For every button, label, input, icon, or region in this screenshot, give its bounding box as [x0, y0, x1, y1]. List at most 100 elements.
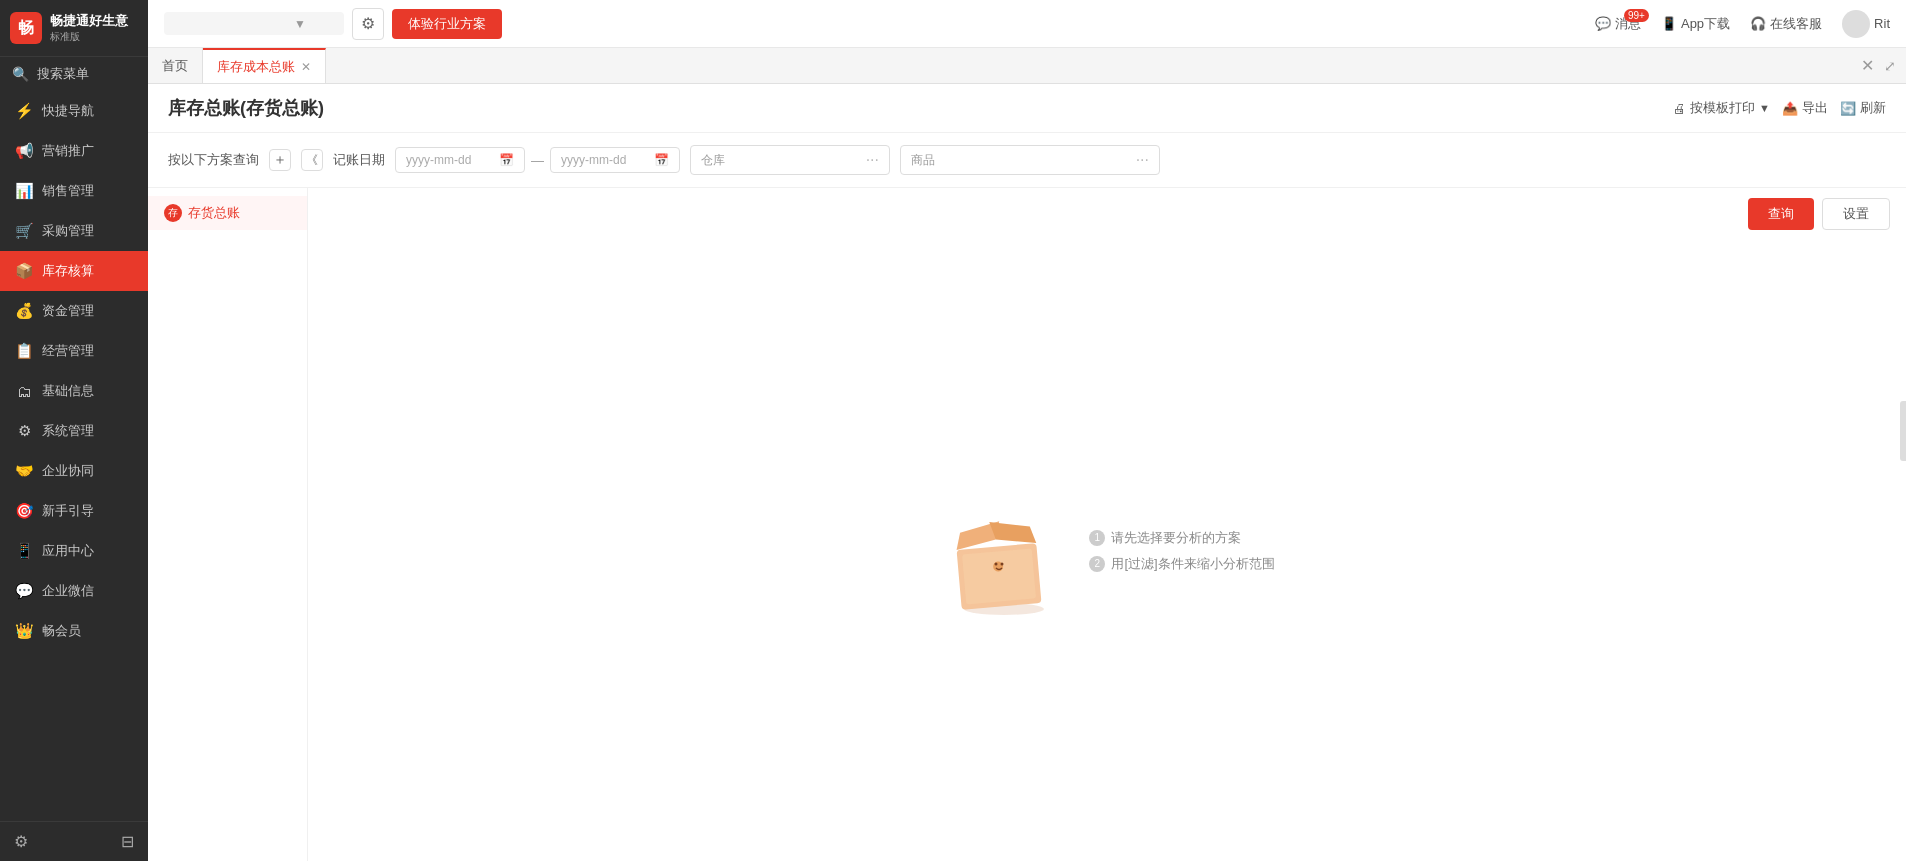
- basic-info-icon: 🗂: [14, 383, 34, 400]
- warehouse-label: 仓库: [701, 152, 725, 169]
- sidebar-item-marketing[interactable]: 📢 营销推广: [0, 131, 148, 171]
- topbar-left: ▼ ⚙ 体验行业方案: [164, 8, 1595, 40]
- sidebar-item-purchase[interactable]: 🛒 采购管理: [0, 211, 148, 251]
- empty-hint-2: 2 用[过滤]条件来缩小分析范围: [1089, 551, 1274, 577]
- panel-close-button[interactable]: ✕: [1857, 56, 1878, 75]
- search-menu-label: 搜索菜单: [37, 65, 89, 83]
- app-center-icon: 📱: [14, 542, 34, 560]
- vip-icon: 👑: [14, 622, 34, 640]
- refresh-icon: 🔄: [1840, 101, 1856, 116]
- sidebar-nav: ⚡ 快捷导航 📢 营销推广 📊 销售管理 🛒 采购管理 📦 库存核算 💰 资金管…: [0, 91, 148, 821]
- hint-text-2: 用[过滤]条件来缩小分析范围: [1111, 551, 1274, 577]
- app-version: 标准版: [50, 30, 128, 43]
- sidebar-item-quick-nav[interactable]: ⚡ 快捷导航: [0, 91, 148, 131]
- vip-label: 畅会员: [42, 622, 81, 640]
- sidebar-item-vip[interactable]: 👑 畅会员: [0, 611, 148, 651]
- sidebar-item-finance[interactable]: 💰 资金管理: [0, 291, 148, 331]
- warehouse-filter[interactable]: 仓库 ···: [690, 145, 890, 175]
- quick-nav-label: 快捷导航: [42, 102, 94, 120]
- sidebar-item-enterprise[interactable]: 🤝 企业协同: [0, 451, 148, 491]
- product-filter[interactable]: 商品 ···: [900, 145, 1160, 175]
- svg-rect-4: [962, 548, 1036, 604]
- sidebar-item-system[interactable]: ⚙ 系统管理: [0, 411, 148, 451]
- date-separator: —: [531, 153, 544, 168]
- topbar-search-input[interactable]: [174, 16, 294, 31]
- message-icon: 💬: [1595, 16, 1611, 31]
- message-badge: 99+: [1624, 9, 1649, 22]
- sidebar-item-basic-info[interactable]: 🗂 基础信息: [0, 371, 148, 411]
- app-download-button[interactable]: 📱 App下载: [1661, 15, 1730, 33]
- sidebar-logo: 畅 畅捷通好生意 标准版: [0, 0, 148, 57]
- sidebar-item-enterprise-wechat[interactable]: 💬 企业微信: [0, 571, 148, 611]
- purchase-label: 采购管理: [42, 222, 94, 240]
- message-button[interactable]: 💬 消息 99+: [1595, 15, 1641, 33]
- query-action-row: 查询 设置: [308, 188, 1906, 240]
- sidebar-item-inventory[interactable]: 📦 库存核算: [0, 251, 148, 291]
- main-wrapper: ▼ ⚙ 体验行业方案 💬 消息 99+ 📱 App下载 🎧 在线客服 Rit: [148, 0, 1906, 861]
- sidebar-item-sales[interactable]: 📊 销售管理: [0, 171, 148, 211]
- purchase-icon: 🛒: [14, 222, 34, 240]
- tab-close-icon[interactable]: ✕: [301, 60, 311, 74]
- page-header: 库存总账(存货总账) 🖨 按模板打印 ▼ 📤 导出 🔄 刷新: [148, 84, 1906, 133]
- calendar-start-icon[interactable]: 📅: [499, 153, 514, 167]
- filter-add-button[interactable]: ＋: [269, 149, 291, 171]
- avatar: [1842, 10, 1870, 38]
- search-icon: 🔍: [12, 66, 29, 82]
- system-label: 系统管理: [42, 422, 94, 440]
- calendar-end-icon[interactable]: 📅: [654, 153, 669, 167]
- expand-sidebar-btn[interactable]: ⊟: [121, 832, 134, 851]
- newbie-label: 新手引导: [42, 502, 94, 520]
- sidebar: 畅 畅捷通好生意 标准版 🔍 搜索菜单 ⚡ 快捷导航 📢 营销推广 📊 销售管理…: [0, 0, 148, 861]
- app-logo-text: 畅捷通好生意 标准版: [50, 13, 128, 43]
- hint-num-1: 1: [1089, 530, 1105, 546]
- sidebar-item-newbie[interactable]: 🎯 新手引导: [0, 491, 148, 531]
- inventory-label: 库存核算: [42, 262, 94, 280]
- sidebar-footer: ⚙ ⊟: [0, 821, 148, 861]
- print-template-label: 按模板打印: [1690, 99, 1755, 117]
- date-end-placeholder: yyyy-mm-dd: [561, 153, 626, 167]
- enterprise-icon: 🤝: [14, 462, 34, 480]
- topbar-search-area[interactable]: ▼: [164, 12, 344, 35]
- date-end-input[interactable]: yyyy-mm-dd 📅: [550, 147, 680, 173]
- query-button[interactable]: 查询: [1748, 198, 1814, 230]
- sidebar-item-app-center[interactable]: 📱 应用中心: [0, 531, 148, 571]
- hint-text-1: 请先选择要分析的方案: [1111, 525, 1241, 551]
- quick-nav-icon: ⚡: [14, 102, 34, 120]
- print-template-button[interactable]: 🖨 按模板打印 ▼: [1673, 99, 1770, 117]
- right-panel-handle[interactable]: [1900, 401, 1906, 461]
- settings-button[interactable]: 设置: [1822, 198, 1890, 230]
- filter-row: 按以下方案查询 ＋ 《 记账日期 yyyy-mm-dd 📅 — yyyy-mm-…: [168, 145, 1886, 175]
- settings-footer-btn[interactable]: ⚙: [14, 832, 28, 851]
- trial-industry-button[interactable]: 体验行业方案: [392, 9, 502, 39]
- product-more-icon[interactable]: ···: [1136, 151, 1149, 169]
- topbar-dropdown-icon[interactable]: ▼: [294, 17, 306, 31]
- svg-point-7: [1001, 562, 1004, 565]
- date-start-input[interactable]: yyyy-mm-dd 📅: [395, 147, 525, 173]
- export-icon: 📤: [1782, 101, 1798, 116]
- scheme-item-inventory-ledger[interactable]: 存 存货总账: [148, 196, 307, 230]
- online-service-button[interactable]: 🎧 在线客服: [1750, 15, 1822, 33]
- filter-collapse-button[interactable]: 《: [301, 149, 323, 171]
- export-button[interactable]: 📤 导出: [1782, 99, 1828, 117]
- user-profile-button[interactable]: Rit: [1842, 10, 1890, 38]
- svg-point-6: [995, 562, 998, 565]
- refresh-button[interactable]: 🔄 刷新: [1840, 99, 1886, 117]
- tab-home-label: 首页: [162, 57, 188, 75]
- filter-scheme-label: 按以下方案查询: [168, 151, 259, 169]
- inventory-icon: 📦: [14, 262, 34, 280]
- scheme-panel: 存 存货总账: [148, 188, 308, 861]
- main-content-area: 查询 设置: [308, 188, 1906, 861]
- sidebar-item-operations[interactable]: 📋 经营管理: [0, 331, 148, 371]
- tab-home[interactable]: 首页: [148, 48, 203, 83]
- panel-expand-button[interactable]: ⤢: [1884, 58, 1896, 74]
- operations-label: 经营管理: [42, 342, 94, 360]
- date-input-group: yyyy-mm-dd 📅 — yyyy-mm-dd 📅: [395, 147, 680, 173]
- operations-icon: 📋: [14, 342, 34, 360]
- sidebar-search-menu[interactable]: 🔍 搜索菜单: [0, 57, 148, 91]
- tab-inventory-cost[interactable]: 库存成本总账 ✕: [203, 48, 326, 83]
- print-dropdown-icon[interactable]: ▼: [1759, 102, 1770, 114]
- system-icon: ⚙: [14, 422, 34, 440]
- topbar-gear-button[interactable]: ⚙: [352, 8, 384, 40]
- warehouse-more-icon[interactable]: ···: [866, 151, 879, 169]
- scheme-icon: 存: [164, 204, 182, 222]
